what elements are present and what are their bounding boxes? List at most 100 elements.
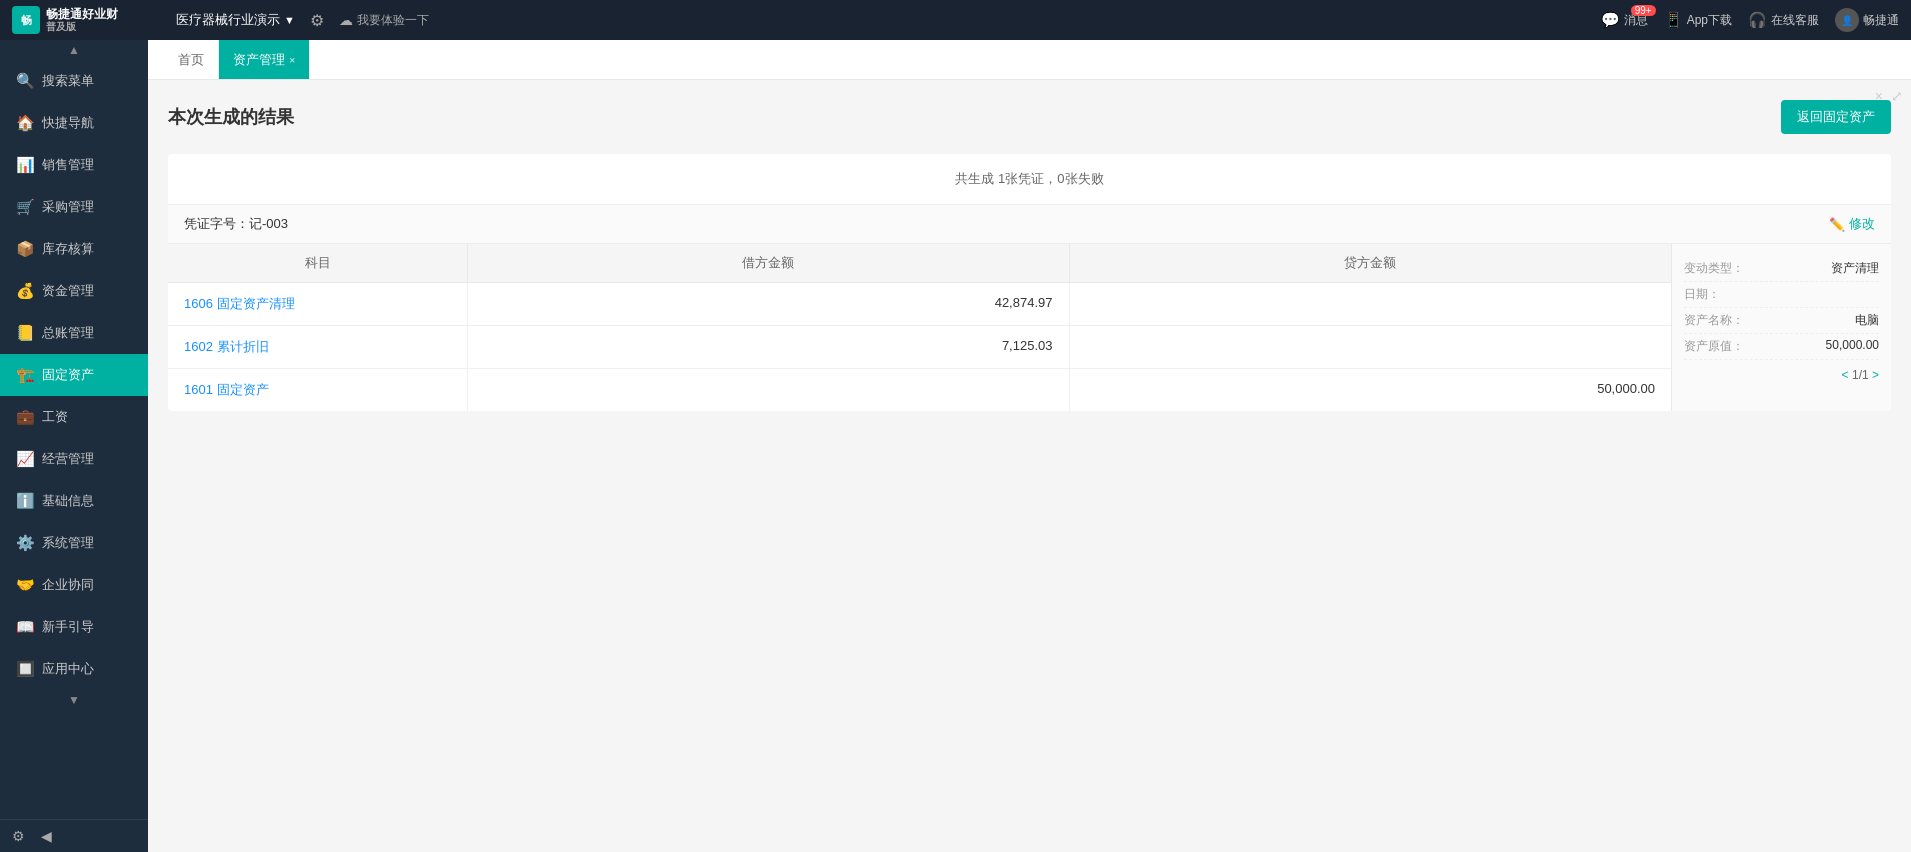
page-title: 本次生成的结果 bbox=[168, 105, 294, 129]
avatar: 👤 bbox=[1835, 8, 1859, 32]
sidebar-item-operations[interactable]: 📈 经营管理 bbox=[0, 438, 148, 480]
message-button[interactable]: 💬 消息 99+ bbox=[1601, 11, 1648, 29]
book-icon: 📖 bbox=[16, 618, 34, 636]
sidebar-item-search[interactable]: 🔍 搜索菜单 bbox=[0, 60, 148, 102]
download-icon: 📱 bbox=[1664, 11, 1683, 29]
sidebar-item-app-center[interactable]: 🔲 应用中心 bbox=[0, 648, 148, 690]
date-row: 日期： bbox=[1684, 282, 1879, 308]
gear-icon: ⚙️ bbox=[16, 534, 34, 552]
sidebar-collapse-button[interactable]: ◀ bbox=[41, 828, 52, 844]
info-icon: ℹ️ bbox=[16, 492, 34, 510]
col-debit: 借方金额 bbox=[468, 244, 1070, 282]
asset-name-value: 电脑 bbox=[1855, 312, 1879, 329]
dialog-expand-button[interactable]: ⤢ bbox=[1891, 88, 1903, 104]
experience-button[interactable]: ☁ 我要体验一下 bbox=[339, 12, 429, 29]
sidebar-scroll-up[interactable]: ▲ bbox=[0, 40, 148, 60]
company-selector[interactable]: 医疗器械行业演示 ▼ bbox=[176, 11, 295, 29]
asset-name-label: 资产名称： bbox=[1684, 312, 1744, 329]
briefcase-icon: 💼 bbox=[16, 408, 34, 426]
trending-icon: 📈 bbox=[16, 450, 34, 468]
pagination-info: 1/1 bbox=[1852, 368, 1872, 382]
sidebar-item-guide[interactable]: 📖 新手引导 bbox=[0, 606, 148, 648]
row3-credit: 50,000.00 bbox=[1070, 369, 1672, 411]
box-icon: 📦 bbox=[16, 240, 34, 258]
row2-credit bbox=[1070, 326, 1672, 368]
sidebar-item-basic-info[interactable]: ℹ️ 基础信息 bbox=[0, 480, 148, 522]
sidebar-bottom: ⚙ ◀ bbox=[0, 819, 148, 852]
row2-debit: 7,125.03 bbox=[468, 326, 1070, 368]
sidebar-settings-button[interactable]: ⚙ bbox=[12, 828, 25, 844]
voucher-header: 凭证字号：记-003 ✏️ 修改 bbox=[168, 205, 1891, 244]
sidebar-item-payroll[interactable]: 💼 工资 bbox=[0, 396, 148, 438]
collapse-icon: ◀ bbox=[41, 828, 52, 844]
row1-credit bbox=[1070, 283, 1672, 325]
original-value-value: 50,000.00 bbox=[1826, 338, 1879, 355]
tabs-bar: 首页 资产管理 × bbox=[148, 40, 1911, 80]
tab-home[interactable]: 首页 bbox=[164, 40, 219, 79]
handshake-icon: 🤝 bbox=[16, 576, 34, 594]
app-logo: 畅 畅捷通好业财 普及版 bbox=[12, 6, 160, 34]
money-icon: 💰 bbox=[16, 282, 34, 300]
table-row: 1602 累计折旧 7,125.03 bbox=[168, 326, 1671, 369]
avatar-icon: 👤 bbox=[1841, 15, 1853, 26]
row1-debit: 42,874.97 bbox=[468, 283, 1070, 325]
app-download-button[interactable]: 📱 App下载 bbox=[1664, 11, 1732, 29]
table-header: 科目 借方金额 贷方金额 bbox=[168, 244, 1671, 283]
result-panel: 共生成 1张凭证，0张失败 凭证字号：记-003 ✏️ 修改 科目 借方金额 bbox=[168, 154, 1891, 411]
original-value-label: 资产原值： bbox=[1684, 338, 1744, 355]
change-type-label: 变动类型： bbox=[1684, 260, 1744, 277]
edit-button[interactable]: ✏️ 修改 bbox=[1829, 215, 1875, 233]
original-value-row: 资产原值： 50,000.00 bbox=[1684, 334, 1879, 360]
tab-asset-management[interactable]: 资产管理 × bbox=[219, 40, 310, 79]
pagination-prev[interactable]: < bbox=[1842, 368, 1849, 382]
sidebar-scroll-down[interactable]: ▼ bbox=[0, 690, 148, 710]
sidebar-item-purchase[interactable]: 🛒 采购管理 bbox=[0, 186, 148, 228]
edit-icon: ✏️ bbox=[1829, 217, 1845, 232]
voucher-body: 科目 借方金额 贷方金额 ✓ 成功 1606 固定资产清理 42,874.97 bbox=[168, 244, 1891, 411]
asset-name-row: 资产名称： 电脑 bbox=[1684, 308, 1879, 334]
date-label: 日期： bbox=[1684, 286, 1720, 303]
main-layout: ▲ 🔍 搜索菜单 🏠 快捷导航 📊 销售管理 🛒 采购管理 📦 库存核算 💰 资… bbox=[0, 40, 1911, 852]
message-icon: 💬 bbox=[1601, 11, 1620, 29]
settings-icon[interactable]: ⚙ bbox=[303, 6, 331, 34]
pagination: < 1/1 > bbox=[1684, 360, 1879, 382]
row3-subject: 1601 固定资产 bbox=[168, 369, 468, 411]
search-icon: 🔍 bbox=[16, 72, 34, 90]
ledger-icon: 📒 bbox=[16, 324, 34, 342]
sidebar: ▲ 🔍 搜索菜单 🏠 快捷导航 📊 销售管理 🛒 采购管理 📦 库存核算 💰 资… bbox=[0, 40, 148, 852]
top-bar-center: 医疗器械行业演示 ▼ ⚙ ☁ 我要体验一下 bbox=[160, 6, 1601, 34]
voucher-number: 凭证字号：记-003 bbox=[184, 215, 288, 233]
result-summary: 共生成 1张凭证，0张失败 bbox=[168, 154, 1891, 205]
user-profile[interactable]: 👤 畅捷通 bbox=[1835, 8, 1899, 32]
logo-text: 畅捷通好业财 普及版 bbox=[46, 7, 118, 33]
sidebar-item-ledger[interactable]: 📒 总账管理 bbox=[0, 312, 148, 354]
message-badge: 99+ bbox=[1631, 5, 1656, 16]
page-content: × ⤢ 本次生成的结果 返回固定资产 共生成 1张凭证，0张失败 凭证字号：记-… bbox=[148, 80, 1911, 852]
voucher-table: 科目 借方金额 贷方金额 ✓ 成功 1606 固定资产清理 42,874.97 bbox=[168, 244, 1671, 411]
row2-subject: 1602 累计折旧 bbox=[168, 326, 468, 368]
sidebar-item-enterprise[interactable]: 🤝 企业协同 bbox=[0, 564, 148, 606]
tab-close-icon[interactable]: × bbox=[289, 54, 295, 66]
sidebar-item-quick-nav[interactable]: 🏠 快捷导航 bbox=[0, 102, 148, 144]
sidebar-item-fixed-assets[interactable]: 🏗️ 固定资产 bbox=[0, 354, 148, 396]
row3-debit bbox=[468, 369, 1070, 411]
return-button[interactable]: 返回固定资产 bbox=[1781, 100, 1891, 134]
right-info-panel: 变动类型： 资产清理 日期： 资产名称： 电脑 资产原值： bbox=[1671, 244, 1891, 411]
row1-subject: 1606 固定资产清理 bbox=[168, 283, 468, 325]
building-icon: 🏗️ bbox=[16, 366, 34, 384]
sidebar-item-sales[interactable]: 📊 销售管理 bbox=[0, 144, 148, 186]
top-bar-right: 💬 消息 99+ 📱 App下载 🎧 在线客服 👤 畅捷通 bbox=[1601, 8, 1899, 32]
top-bar: 畅 畅捷通好业财 普及版 医疗器械行业演示 ▼ ⚙ ☁ 我要体验一下 💬 消息 … bbox=[0, 0, 1911, 40]
sidebar-item-inventory[interactable]: 📦 库存核算 bbox=[0, 228, 148, 270]
change-type-row: 变动类型： 资产清理 bbox=[1684, 256, 1879, 282]
dialog-close-button[interactable]: × bbox=[1875, 88, 1883, 104]
chevron-down-icon: ▼ bbox=[284, 14, 295, 26]
sidebar-item-funds[interactable]: 💰 资金管理 bbox=[0, 270, 148, 312]
table-row: ✓ 成功 1606 固定资产清理 42,874.97 bbox=[168, 283, 1671, 326]
sidebar-item-system[interactable]: ⚙️ 系统管理 bbox=[0, 522, 148, 564]
customer-service-button[interactable]: 🎧 在线客服 bbox=[1748, 11, 1819, 29]
pagination-next[interactable]: > bbox=[1872, 368, 1879, 382]
cart-icon: 🛒 bbox=[16, 198, 34, 216]
table-row: 1601 固定资产 50,000.00 bbox=[168, 369, 1671, 411]
col-subject: 科目 bbox=[168, 244, 468, 282]
